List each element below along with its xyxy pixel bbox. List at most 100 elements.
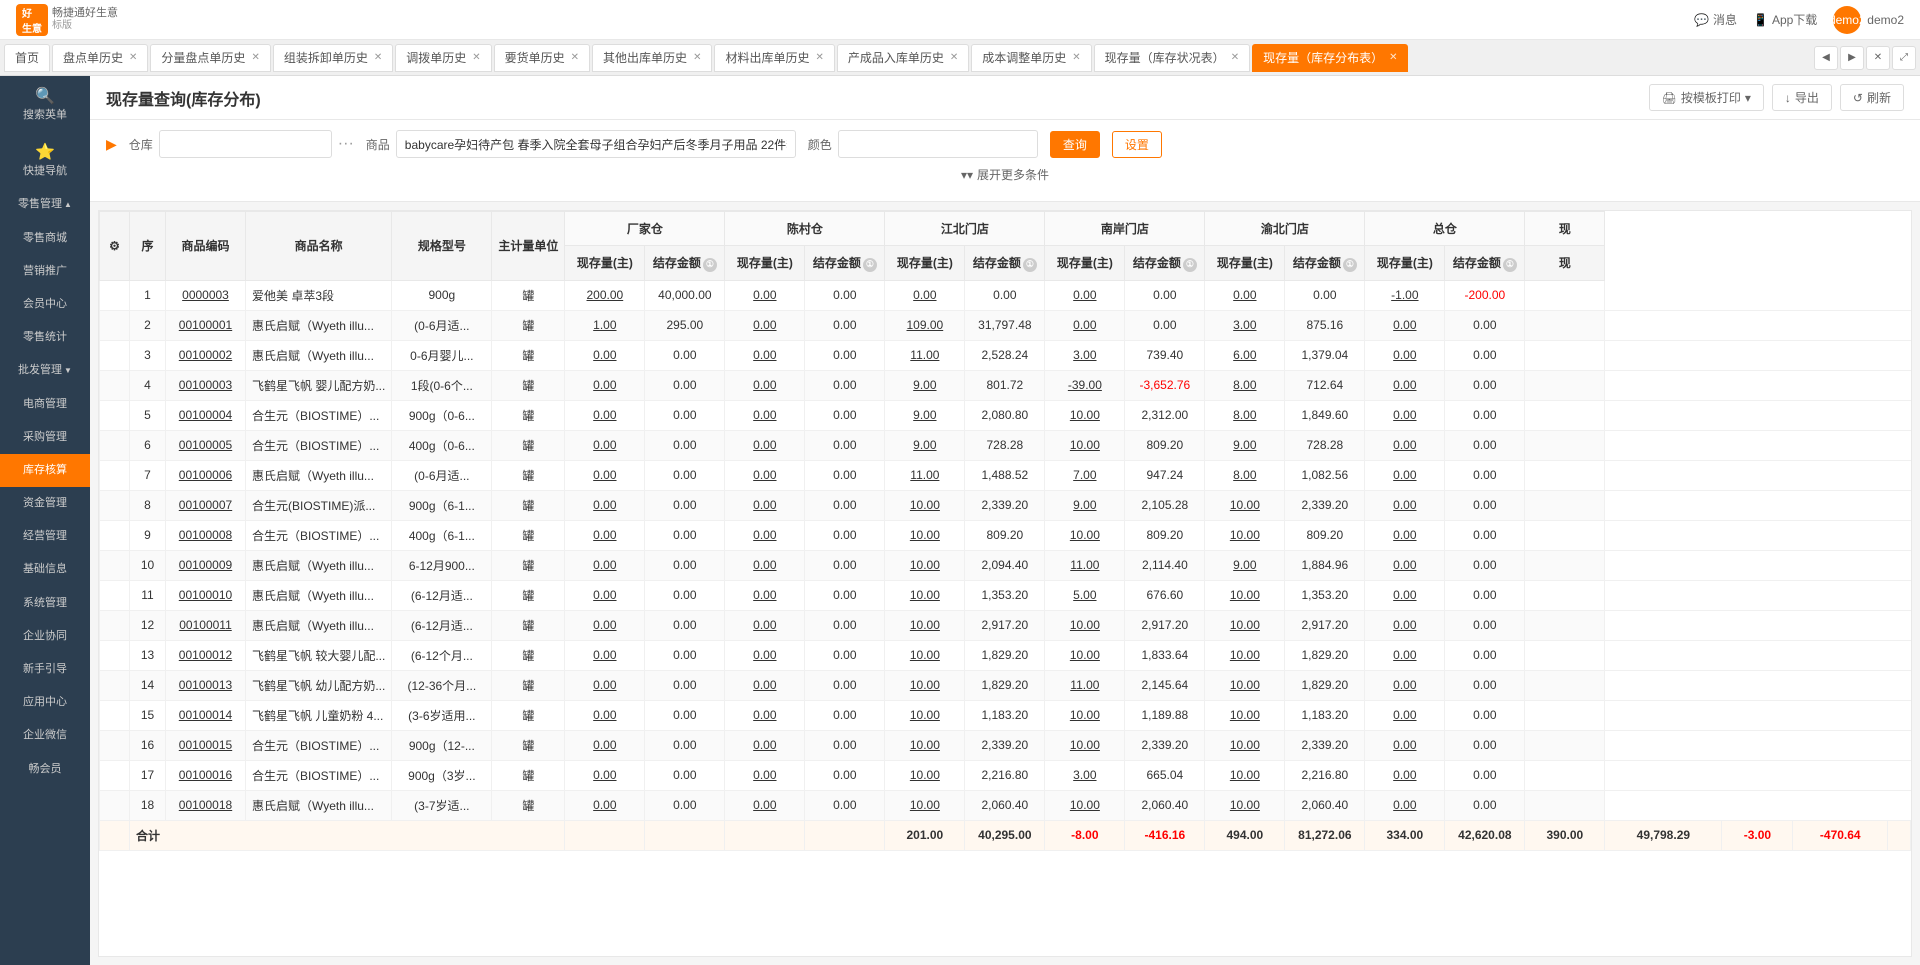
table-cell[interactable]: 罐 (492, 370, 565, 400)
filter-toggle-btn[interactable]: ▶ (106, 136, 117, 153)
user-area[interactable]: demo2 demo2 (1833, 6, 1904, 34)
table-cell[interactable]: 惠氏启赋（Wyeth illu... (246, 310, 392, 340)
table-cell[interactable]: 728.28 (1285, 430, 1365, 460)
table-cell[interactable]: 2,060.40 (1125, 790, 1205, 820)
table-cell[interactable]: 9.00 (1045, 490, 1125, 520)
goods-input[interactable] (396, 130, 796, 158)
table-cell[interactable]: 0.00 (725, 580, 805, 610)
info-icon[interactable]: ① (1183, 258, 1197, 272)
table-cell[interactable]: 罐 (492, 700, 565, 730)
table-cell[interactable]: 0.00 (965, 280, 1045, 310)
table-cell[interactable]: 罐 (492, 400, 565, 430)
table-cell[interactable]: 0.00 (645, 340, 725, 370)
table-cell[interactable]: 飞鹤星飞帆 儿童奶粉 4... (246, 700, 392, 730)
table-cell[interactable]: 2,312.00 (1125, 400, 1205, 430)
table-cell[interactable]: 0.00 (645, 730, 725, 760)
table-cell[interactable]: 0.00 (645, 550, 725, 580)
table-cell[interactable]: 10.00 (1045, 640, 1125, 670)
table-cell[interactable]: 10.00 (1205, 640, 1285, 670)
table-cell[interactable]: 2,145.64 (1125, 670, 1205, 700)
table-cell[interactable]: 10.00 (1045, 610, 1125, 640)
tab-sub-inventory[interactable]: 分量盘点单历史 ✕ (150, 44, 270, 72)
table-cell[interactable]: 10.00 (885, 550, 965, 580)
table-cell[interactable]: 爱他美 卓萃3段 (246, 280, 392, 310)
table-cell[interactable]: (6-12个月... (392, 640, 492, 670)
table-cell[interactable]: 200.00 (565, 280, 645, 310)
table-cell[interactable]: 00100011 (166, 610, 246, 640)
table-cell[interactable]: 0.00 (885, 280, 965, 310)
table-cell[interactable]: 0.00 (725, 760, 805, 790)
table-cell[interactable]: 合生元（BIOSTIME）... (246, 430, 392, 460)
table-cell[interactable]: 飞鹤星飞帆 婴儿配方奶... (246, 370, 392, 400)
table-cell[interactable]: 罐 (492, 760, 565, 790)
table-cell[interactable]: 惠氏启赋（Wyeth illu... (246, 790, 392, 820)
tab-other-out[interactable]: 其他出库单历史 ✕ (592, 44, 712, 72)
tab-close[interactable]: ✕ (571, 52, 579, 63)
settings-btn[interactable]: 设置 (1112, 131, 1162, 158)
table-cell[interactable]: 罐 (492, 790, 565, 820)
table-cell[interactable]: 10.00 (885, 670, 965, 700)
table-cell[interactable]: 10.00 (1045, 520, 1125, 550)
tab-close[interactable]: ✕ (251, 52, 259, 63)
refresh-btn[interactable]: ↺ 刷新 (1840, 84, 1904, 111)
table-cell[interactable]: 9.00 (885, 430, 965, 460)
table-cell[interactable]: 809.20 (1125, 430, 1205, 460)
table-cell[interactable]: 900g（6-1... (392, 490, 492, 520)
table-cell[interactable]: 00100009 (166, 550, 246, 580)
tab-close[interactable]: ✕ (374, 52, 382, 63)
table-cell[interactable]: 1,379.04 (1285, 340, 1365, 370)
table-cell[interactable]: 10.00 (1045, 430, 1125, 460)
table-cell[interactable]: 0.00 (805, 430, 885, 460)
table-cell[interactable]: 0.00 (805, 640, 885, 670)
table-cell[interactable]: (0-6月适... (392, 310, 492, 340)
table-cell[interactable]: 665.04 (1125, 760, 1205, 790)
table-cell[interactable]: (3-7岁适... (392, 790, 492, 820)
table-cell[interactable]: 0.00 (725, 280, 805, 310)
tab-transfer[interactable]: 调拨单历史 ✕ (395, 44, 491, 72)
table-cell[interactable]: 0.00 (805, 340, 885, 370)
table-cell[interactable]: 1,353.20 (1285, 580, 1365, 610)
table-cell[interactable]: 惠氏启赋（Wyeth illu... (246, 460, 392, 490)
table-cell[interactable]: 1,884.96 (1285, 550, 1365, 580)
table-cell[interactable]: 0.00 (565, 340, 645, 370)
info-icon[interactable]: ① (1023, 258, 1037, 272)
table-cell[interactable]: 00100018 (166, 790, 246, 820)
table-cell[interactable]: 712.64 (1285, 370, 1365, 400)
color-input[interactable] (838, 130, 1038, 158)
table-cell[interactable]: 罐 (492, 550, 565, 580)
sidebar-item-retail-stats[interactable]: 零售统计 (0, 321, 90, 354)
table-cell[interactable]: 惠氏启赋（Wyeth illu... (246, 550, 392, 580)
table-cell[interactable]: 00100007 (166, 490, 246, 520)
table-cell[interactable]: 1段(0-6个... (392, 370, 492, 400)
table-cell[interactable]: 728.28 (965, 430, 1045, 460)
table-cell[interactable]: 0.00 (1125, 310, 1205, 340)
table-cell[interactable]: 1.00 (565, 310, 645, 340)
table-cell[interactable]: 2,339.20 (1125, 730, 1205, 760)
table-cell[interactable]: 00100002 (166, 340, 246, 370)
table-cell[interactable]: 739.40 (1125, 340, 1205, 370)
table-cell[interactable]: 00100010 (166, 580, 246, 610)
table-cell[interactable]: 10.00 (885, 730, 965, 760)
table-cell[interactable]: 1,829.20 (965, 670, 1045, 700)
table-cell[interactable]: 0.00 (645, 610, 725, 640)
table-cell[interactable]: 0.00 (805, 280, 885, 310)
table-cell[interactable]: 0.00 (645, 490, 725, 520)
table-cell[interactable]: 0.00 (725, 640, 805, 670)
sidebar-item-stock[interactable]: 库存核算 (0, 454, 90, 487)
table-cell[interactable]: 801.72 (965, 370, 1045, 400)
table-cell[interactable]: 0.00 (805, 460, 885, 490)
table-cell[interactable]: 900g（12-... (392, 730, 492, 760)
message-btn[interactable]: 💬 消息 (1694, 11, 1737, 28)
table-cell[interactable]: 7.00 (1045, 460, 1125, 490)
tab-cost-adjust[interactable]: 成本调整单历史 ✕ (971, 44, 1091, 72)
table-cell[interactable]: 0.00 (565, 400, 645, 430)
table-cell[interactable]: 0.00 (805, 370, 885, 400)
tab-stock-status[interactable]: 现存量（库存状况表） ✕ (1094, 44, 1250, 72)
table-cell[interactable]: 11.00 (885, 340, 965, 370)
table-cell[interactable]: 1,829.20 (1285, 640, 1365, 670)
table-cell[interactable]: 0.00 (1045, 280, 1125, 310)
table-cell[interactable]: 罐 (492, 340, 565, 370)
table-cell[interactable]: 0.00 (805, 310, 885, 340)
expand-conditions-btn[interactable]: ▾▾ 展开更多条件 (106, 158, 1904, 191)
table-cell[interactable]: 1,189.88 (1125, 700, 1205, 730)
